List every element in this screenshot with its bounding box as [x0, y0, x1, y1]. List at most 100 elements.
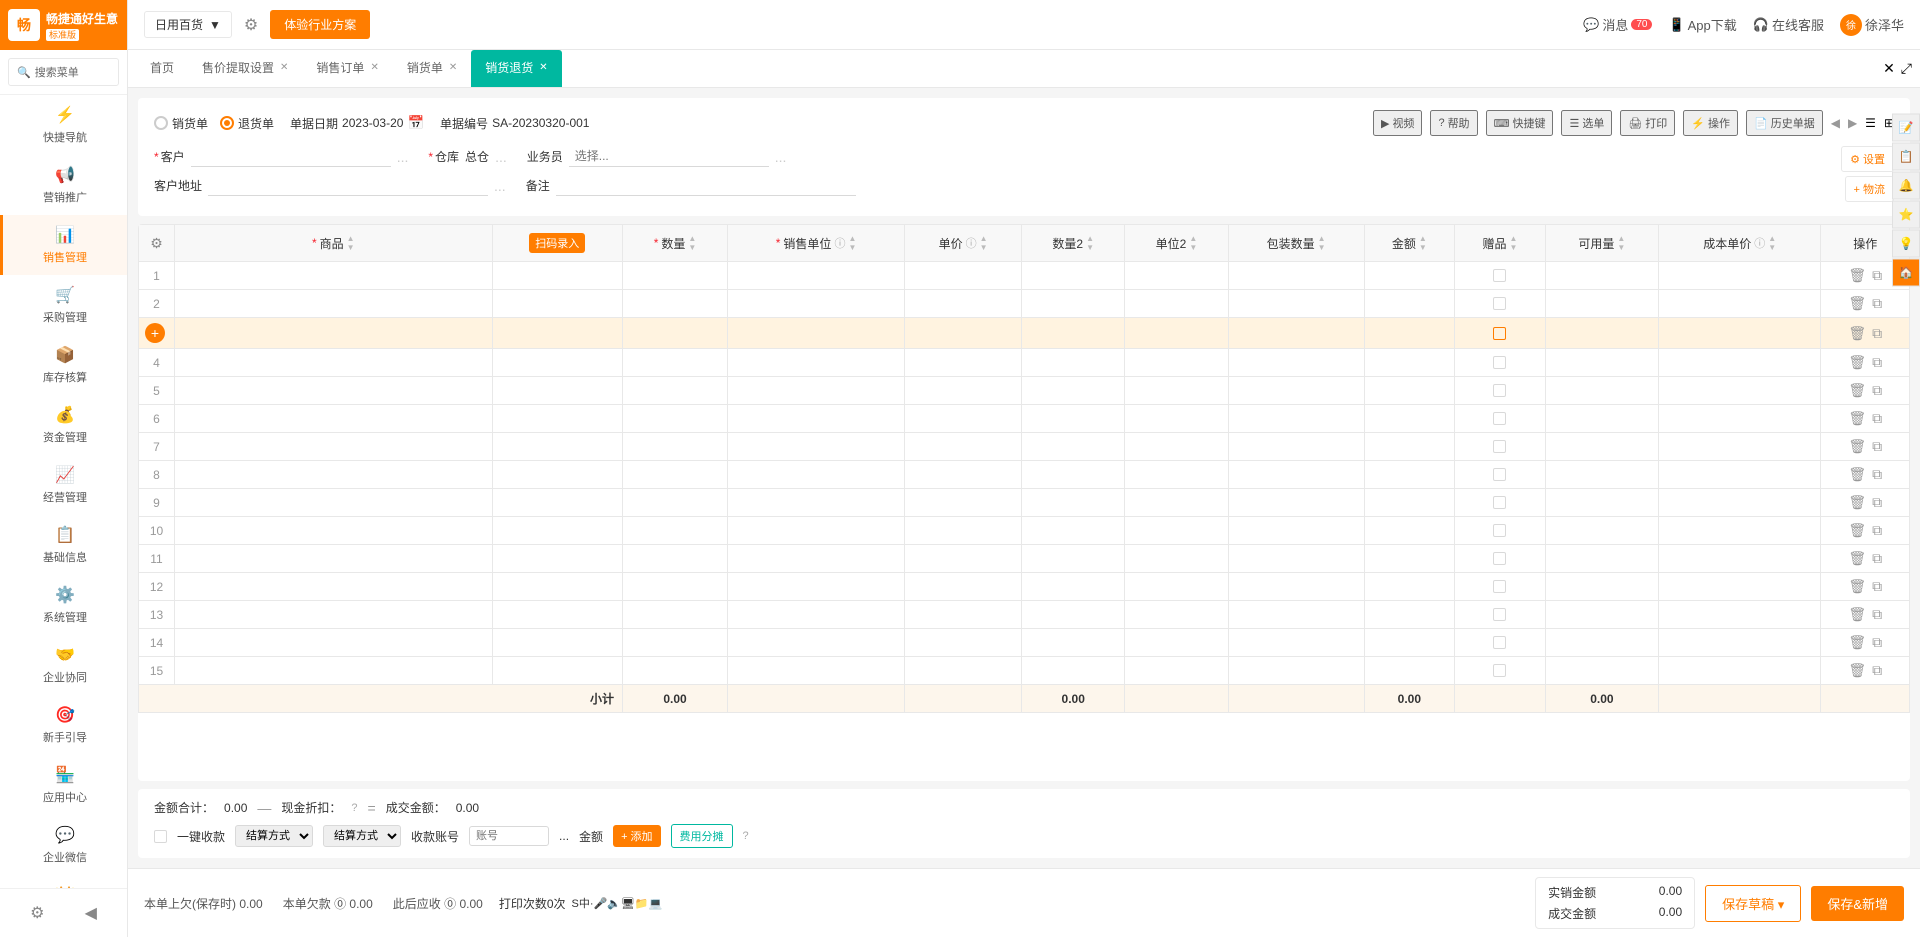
gift-checkbox-2[interactable]: [1493, 297, 1506, 310]
copy-row-1-button[interactable]: ⧉: [1872, 267, 1882, 284]
customer-input[interactable]: [191, 146, 391, 167]
tab-price-settings[interactable]: 售价提取设置 ✕: [188, 50, 302, 87]
topbar-settings-button[interactable]: ⚙: [244, 15, 258, 35]
logistics-button[interactable]: + 物流: [1845, 176, 1894, 202]
gift-checkbox-10[interactable]: [1493, 524, 1506, 537]
delete-row-12-button[interactable]: 🗑: [1848, 578, 1866, 595]
tab-sales-delivery[interactable]: 销货单 ✕: [393, 50, 471, 87]
gift-checkbox-4[interactable]: [1493, 356, 1506, 369]
float-btn-5[interactable]: 💡: [1892, 230, 1920, 258]
help-button[interactable]: ? 帮助: [1430, 110, 1477, 136]
sidebar-item-system[interactable]: ⚙️ 系统管理: [0, 575, 127, 635]
delete-row-9-button[interactable]: 🗑: [1848, 494, 1866, 511]
price-info-icon[interactable]: ⓘ: [966, 235, 977, 251]
staff-input[interactable]: [569, 146, 769, 167]
copy-row-10-button[interactable]: ⧉: [1872, 522, 1882, 539]
copy-row-2-button[interactable]: ⧉: [1872, 295, 1882, 312]
scan-input-button[interactable]: 扫码录入: [529, 233, 585, 253]
gift-checkbox-8[interactable]: [1493, 468, 1506, 481]
sidebar-item-wechat[interactable]: 💬 企业微信: [0, 815, 127, 875]
delete-row-1-button[interactable]: 🗑: [1848, 267, 1866, 284]
customer-more-icon[interactable]: ...: [397, 149, 409, 165]
add-payment-button[interactable]: + 添加: [613, 825, 660, 847]
sidebar-item-sales[interactable]: 📊 销售管理: [0, 215, 127, 275]
float-btn-1[interactable]: 📝: [1892, 114, 1920, 142]
user-profile-button[interactable]: 徐 徐泽华: [1840, 14, 1904, 36]
radio-delivery[interactable]: 销货单: [154, 115, 208, 132]
sidebar-item-operations[interactable]: 📈 经营管理: [0, 455, 127, 515]
float-btn-3[interactable]: 🔔: [1892, 172, 1920, 200]
gift-checkbox-5[interactable]: [1493, 384, 1506, 397]
product-input-row3[interactable]: [181, 326, 486, 340]
app-download-button[interactable]: 📱 App下载: [1668, 15, 1736, 34]
history-button[interactable]: 📄 历史单据: [1746, 110, 1823, 136]
gift-checkbox-3[interactable]: [1493, 327, 1506, 340]
settings-side-button[interactable]: ⚙ 设置: [1841, 146, 1894, 172]
shortcuts-button[interactable]: ⌨ 快捷键: [1486, 110, 1554, 136]
close-price-settings-tab[interactable]: ✕: [280, 62, 288, 73]
select-order-button[interactable]: ☰ 选单: [1561, 110, 1612, 136]
delete-row-13-button[interactable]: 🗑: [1848, 606, 1866, 623]
sidebar-item-appstore[interactable]: 🏪 应用中心: [0, 755, 127, 815]
sidebar-item-finance[interactable]: 💰 资金管理: [0, 395, 127, 455]
delete-row-3-button[interactable]: 🗑: [1848, 325, 1866, 342]
sidebar-item-enterprise[interactable]: 🤝 企业协同: [0, 635, 127, 695]
settlement-method-select[interactable]: 结算方式: [235, 825, 313, 847]
close-tab-button[interactable]: ✕: [1883, 60, 1895, 77]
sidebar-item-marketing[interactable]: 📢 营销推广: [0, 155, 127, 215]
gift-checkbox-12[interactable]: [1493, 580, 1506, 593]
delete-row-10-button[interactable]: 🗑: [1848, 522, 1866, 539]
message-button[interactable]: 💬 消息 70: [1583, 15, 1652, 34]
list-view-button[interactable]: ☰: [1865, 116, 1876, 130]
cost-info-icon[interactable]: ⓘ: [1754, 235, 1765, 251]
delete-row-14-button[interactable]: 🗑: [1848, 634, 1866, 651]
fee-info-icon[interactable]: ?: [743, 830, 749, 842]
delete-row-2-button[interactable]: 🗑: [1848, 295, 1866, 312]
delete-row-5-button[interactable]: 🗑: [1848, 382, 1866, 399]
copy-row-12-button[interactable]: ⧉: [1872, 578, 1882, 595]
close-sales-delivery-tab[interactable]: ✕: [449, 62, 457, 73]
sidebar-item-shortcut[interactable]: ⚡ 快捷导航: [0, 95, 127, 155]
save-draft-button[interactable]: 保存草稿 ▾: [1705, 885, 1801, 922]
search-menu-button[interactable]: 🔍 搜索菜单: [8, 58, 119, 86]
copy-row-7-button[interactable]: ⧉: [1872, 438, 1882, 455]
video-button[interactable]: ▶ 视频: [1373, 110, 1422, 136]
operate-button[interactable]: ⚡ 操作: [1683, 110, 1738, 136]
delete-row-11-button[interactable]: 🗑: [1848, 550, 1866, 567]
addr-more-icon[interactable]: ...: [494, 178, 506, 194]
calc-method-select[interactable]: 结算方式: [323, 825, 401, 847]
fee-split-button[interactable]: 费用分摊: [671, 824, 733, 848]
sidebar-item-newbie[interactable]: 🎯 新手引导: [0, 695, 127, 755]
gift-checkbox-7[interactable]: [1493, 440, 1506, 453]
gift-checkbox-11[interactable]: [1493, 552, 1506, 565]
delete-row-7-button[interactable]: 🗑: [1848, 438, 1866, 455]
warehouse-more-icon[interactable]: ...: [495, 149, 507, 165]
copy-row-3-button[interactable]: ⧉: [1872, 325, 1882, 342]
gift-checkbox-15[interactable]: [1493, 664, 1506, 677]
gift-checkbox-9[interactable]: [1493, 496, 1506, 509]
settings-bottom-button[interactable]: ⚙: [26, 899, 48, 927]
copy-row-8-button[interactable]: ⧉: [1872, 466, 1882, 483]
delete-row-6-button[interactable]: 🗑: [1848, 410, 1866, 427]
copy-row-9-button[interactable]: ⧉: [1872, 494, 1882, 511]
add-row-button[interactable]: +: [145, 323, 165, 343]
collapse-sidebar-button[interactable]: ◀: [81, 899, 101, 927]
staff-more-icon[interactable]: ...: [775, 149, 787, 165]
delete-row-15-button[interactable]: 🗑: [1848, 662, 1866, 679]
delete-row-8-button[interactable]: 🗑: [1848, 466, 1866, 483]
experience-button[interactable]: 体验行业方案: [270, 10, 370, 39]
online-service-button[interactable]: 🎧 在线客服: [1753, 15, 1824, 34]
delete-row-4-button[interactable]: 🗑: [1848, 354, 1866, 371]
gift-checkbox-1[interactable]: [1493, 269, 1506, 282]
customer-addr-input[interactable]: [208, 175, 488, 196]
sidebar-item-inventory[interactable]: 📦 库存核算: [0, 335, 127, 395]
unit-info-icon[interactable]: ⓘ: [834, 235, 845, 251]
copy-row-4-button[interactable]: ⧉: [1872, 354, 1882, 371]
close-sales-order-tab[interactable]: ✕: [370, 62, 378, 73]
tab-sales-return[interactable]: 销货退货 ✕: [471, 50, 561, 87]
sidebar-item-purchase[interactable]: 🛒 采购管理: [0, 275, 127, 335]
float-btn-4[interactable]: ⭐: [1892, 201, 1920, 229]
copy-row-15-button[interactable]: ⧉: [1872, 662, 1882, 679]
sidebar-item-basic[interactable]: 📋 基础信息: [0, 515, 127, 575]
copy-row-5-button[interactable]: ⧉: [1872, 382, 1882, 399]
